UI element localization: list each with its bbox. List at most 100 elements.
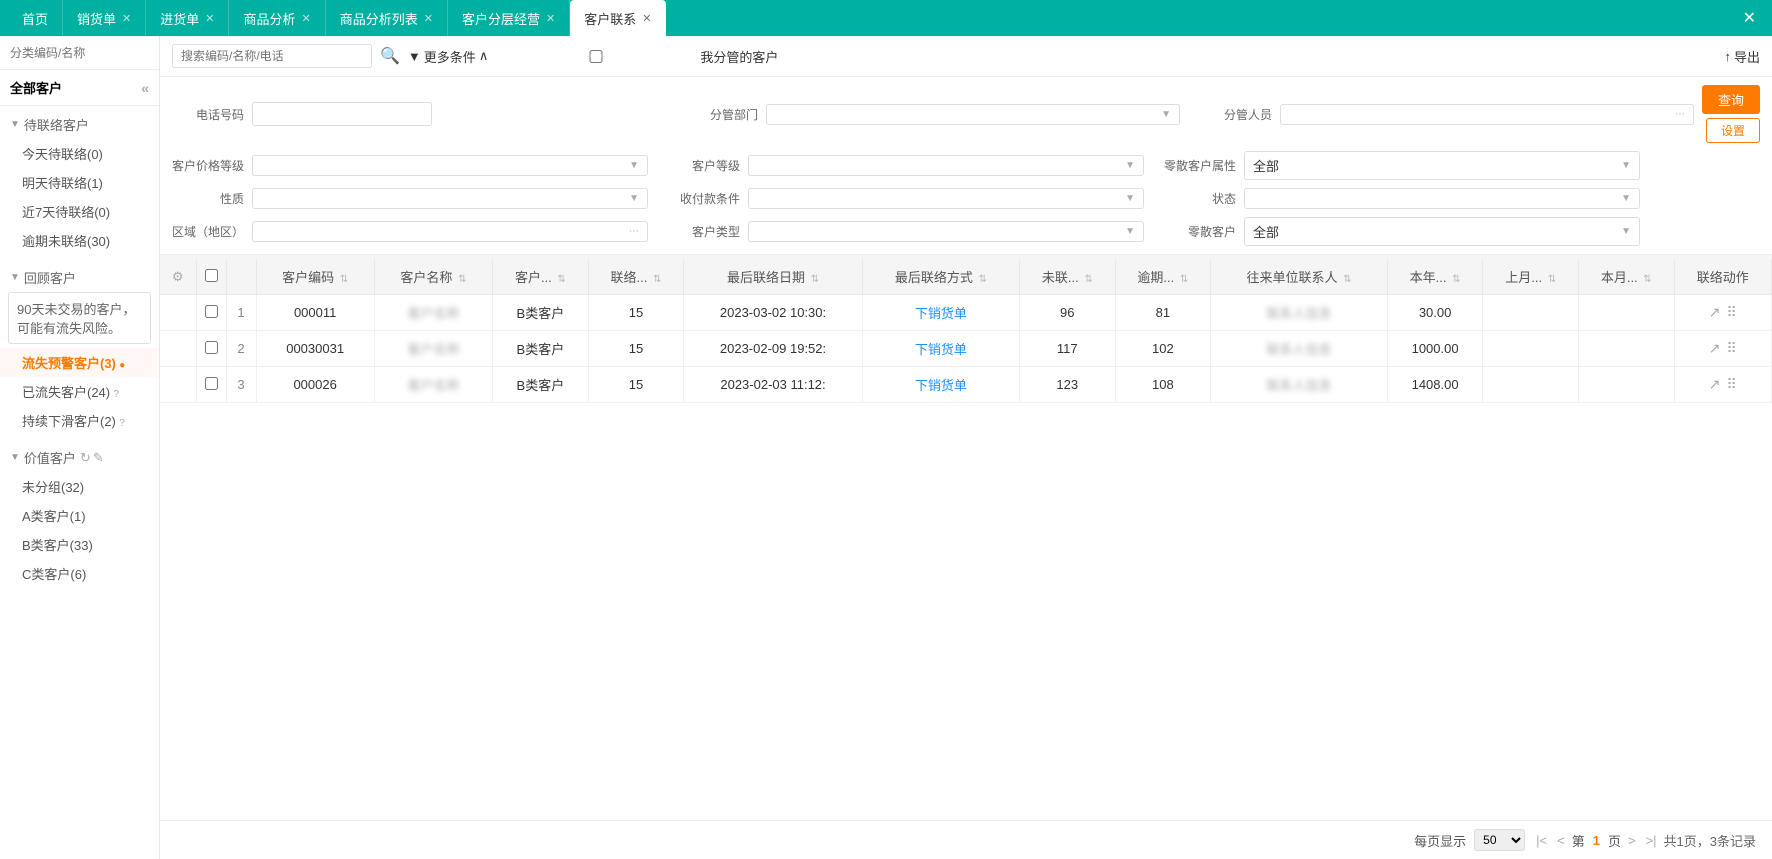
td-overdue: 108 (1115, 367, 1211, 403)
sidebar-item-ungrouped[interactable]: 未分组(32) (0, 472, 159, 501)
search-button[interactable]: 🔍 (380, 46, 400, 66)
value-customers-title[interactable]: ▼ 价值客户 ↻ ✎ (0, 443, 159, 472)
tab-customer-contact[interactable]: 客户联系 ✕ (570, 0, 666, 36)
th-this-month[interactable]: 本月... ⇅ (1578, 259, 1674, 295)
close-icon[interactable]: ✕ (205, 12, 214, 25)
th-checkbox[interactable] (196, 259, 226, 295)
grade-select[interactable]: ▼ (748, 155, 1144, 176)
close-all-button[interactable]: ✕ (1735, 8, 1764, 28)
export-button[interactable]: ↑ 导出 (1724, 47, 1760, 66)
th-name[interactable]: 客户名称 ⇅ (374, 259, 492, 295)
close-icon[interactable]: ✕ (122, 12, 131, 25)
th-code[interactable]: 客户编码 ⇅ (256, 259, 374, 295)
arrow-icon: ▼ (10, 119, 20, 130)
td-action[interactable]: ↗ ⠿ (1674, 295, 1771, 331)
last-page-button[interactable]: >| (1643, 833, 1660, 848)
tab-home[interactable]: 首页 (8, 0, 63, 36)
customer-type-select[interactable]: ▼ (748, 221, 1144, 242)
sidebar-item-churned[interactable]: 已流失客户(24) ? (0, 377, 159, 406)
sidebar-item-7days[interactable]: 近7天待联络(0) (0, 197, 159, 226)
per-page-select[interactable]: 50 100 200 (1474, 829, 1525, 851)
sidebar-search-input[interactable] (10, 46, 160, 60)
row-checkbox[interactable] (205, 377, 218, 390)
all-customers-header[interactable]: 全部客户 « (0, 70, 159, 106)
first-page-button[interactable]: |< (1533, 833, 1550, 848)
row-checkbox[interactable] (205, 341, 218, 354)
region-select[interactable]: ⋯ (252, 221, 648, 242)
settings-button[interactable]: 设置 (1706, 118, 1760, 143)
my-customers-checkbox[interactable]: 我分管的客户 (496, 47, 778, 66)
lost-customers-title[interactable]: ▼ 回顾客户 (0, 263, 159, 292)
zero-attr-select[interactable]: 全部 ▼ (1244, 151, 1640, 180)
more-icon[interactable]: ⠿ (1727, 340, 1737, 357)
filter-button[interactable]: ▼ 更多条件 ∧ (408, 47, 488, 66)
filter-row-2: 客户价格等级 ▼ 客户等级 ▼ 零散客户属性 (172, 151, 1760, 180)
zero-customer-select[interactable]: 全部 ▼ (1244, 217, 1640, 246)
td-action[interactable]: ↗ ⠿ (1674, 367, 1771, 403)
td-action[interactable]: ↗ ⠿ (1674, 331, 1771, 367)
contact-icon[interactable]: ↗ (1709, 376, 1721, 393)
status-select[interactable]: ▼ (1244, 188, 1640, 209)
sidebar-item-overdue[interactable]: 逾期未联络(30) (0, 226, 159, 255)
tab-purchase-order[interactable]: 进货单 ✕ (146, 0, 229, 36)
more-icon[interactable]: ⠿ (1727, 304, 1737, 321)
contact-icon[interactable]: ↗ (1709, 340, 1721, 357)
sort-icon: ⇅ (557, 274, 565, 285)
sidebar-item-today[interactable]: 今天待联络(0) (0, 139, 159, 168)
down-arrow-icon2: ⋯ (1675, 109, 1685, 120)
td-checkbox[interactable] (196, 331, 226, 367)
td-checkbox[interactable] (196, 367, 226, 403)
th-overdue[interactable]: 逾期... ⇅ (1115, 259, 1211, 295)
dept-select[interactable]: ▼ (766, 104, 1180, 125)
td-last-method[interactable]: 下销货单 (862, 367, 1019, 403)
info-icon2: ? (119, 418, 125, 429)
more-icon[interactable]: ⠿ (1727, 376, 1737, 393)
edit-icon[interactable]: ✎ (93, 450, 104, 466)
th-last-date[interactable]: 最后联络日期 ⇅ (684, 259, 863, 295)
query-button[interactable]: 查询 (1702, 85, 1760, 114)
sidebar-item-class-a[interactable]: A类客户(1) (0, 501, 159, 530)
th-last-method[interactable]: 最后联络方式 ⇅ (862, 259, 1019, 295)
select-all-checkbox[interactable] (205, 269, 218, 282)
sidebar-item-declining[interactable]: 持续下滑客户(2) ? (0, 406, 159, 435)
th-settings[interactable]: ⚙ (160, 259, 196, 295)
td-last-method[interactable]: 下销货单 (862, 295, 1019, 331)
th-not-contacted[interactable]: 未联... ⇅ (1019, 259, 1115, 295)
tab-product-analysis-list[interactable]: 商品分析列表 ✕ (326, 0, 448, 36)
payment-select[interactable]: ▼ (748, 188, 1144, 209)
close-icon[interactable]: ✕ (546, 12, 555, 25)
sidebar-item-churn-warning[interactable]: 流失预警客户(3) ● (0, 348, 159, 377)
price-grade-select[interactable]: ▼ (252, 155, 648, 176)
th-type[interactable]: 客户... ⇅ (493, 259, 589, 295)
gear-icon[interactable]: ⚙ (172, 269, 184, 284)
nature-select[interactable]: ▼ (252, 188, 648, 209)
refresh-icon[interactable]: ↻ (80, 450, 91, 466)
row-checkbox[interactable] (205, 305, 218, 318)
prev-page-button[interactable]: < (1554, 833, 1568, 848)
next-page-button[interactable]: > (1625, 833, 1639, 848)
sidebar-item-class-c[interactable]: C类客户(6) (0, 559, 159, 588)
th-contact[interactable]: 联络... ⇅ (588, 259, 684, 295)
tab-customer-tier[interactable]: 客户分层经营 ✕ (448, 0, 570, 36)
td-checkbox[interactable] (196, 295, 226, 331)
person-select[interactable]: ⋯ (1280, 104, 1694, 125)
total-info: 共1页，3条记录 (1664, 831, 1756, 850)
tab-sales-order[interactable]: 销货单 ✕ (63, 0, 146, 36)
th-last-month[interactable]: 上月... ⇅ (1483, 259, 1579, 295)
th-this-year[interactable]: 本年... ⇅ (1387, 259, 1483, 295)
close-icon[interactable]: ✕ (642, 12, 651, 25)
sidebar-item-tomorrow[interactable]: 明天待联络(1) (0, 168, 159, 197)
td-name: 客户名称 (374, 295, 492, 331)
contact-icon[interactable]: ↗ (1709, 304, 1721, 321)
pending-contact-title[interactable]: ▼ 待联络客户 (0, 110, 159, 139)
sidebar-item-class-b[interactable]: B类客户(33) (0, 530, 159, 559)
close-icon[interactable]: ✕ (424, 12, 433, 25)
my-customers-check[interactable] (496, 50, 696, 63)
td-last-method[interactable]: 下销货单 (862, 331, 1019, 367)
search-input[interactable] (172, 44, 372, 68)
close-icon[interactable]: ✕ (302, 12, 311, 25)
collapse-icon[interactable]: « (141, 80, 149, 96)
tab-product-analysis[interactable]: 商品分析 ✕ (229, 0, 325, 36)
th-contact-person[interactable]: 往来单位联系人 ⇅ (1211, 259, 1388, 295)
phone-input[interactable] (252, 102, 432, 126)
